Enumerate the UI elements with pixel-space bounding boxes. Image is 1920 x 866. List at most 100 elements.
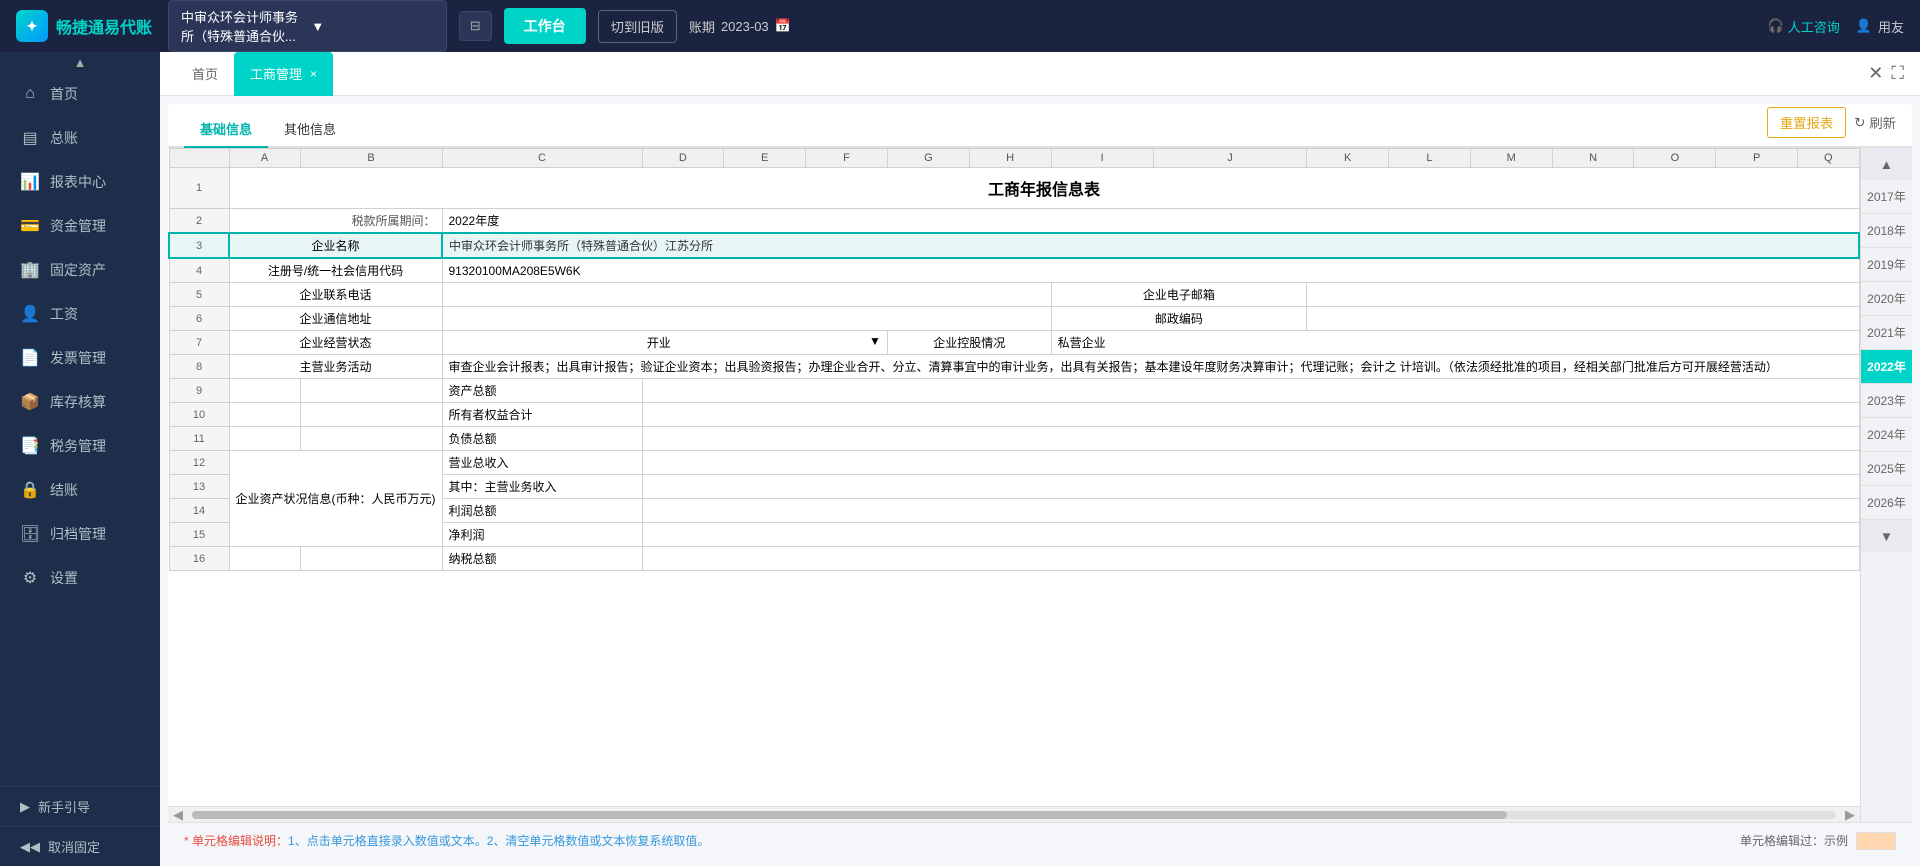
tab-gongshang[interactable]: 工商管理 × bbox=[234, 52, 333, 96]
sidebar-item-label: 固定资产 bbox=[50, 260, 106, 280]
user-info[interactable]: 👤 用友 bbox=[1856, 17, 1904, 36]
profit-value[interactable] bbox=[642, 499, 1859, 523]
hscroll-left-btn[interactable]: ◀ bbox=[168, 807, 188, 823]
year-item-2023[interactable]: 2023年 bbox=[1861, 384, 1912, 418]
sidebar-item-invoice[interactable]: 📄 发票管理 bbox=[0, 336, 160, 380]
cancel-fixed-button[interactable]: ◀◀ 取消固定 bbox=[0, 826, 160, 866]
sidebar-item-finance[interactable]: 💳 资金管理 bbox=[0, 204, 160, 248]
year-item-2025[interactable]: 2025年 bbox=[1861, 452, 1912, 486]
workbench-button[interactable]: 工作台 bbox=[504, 8, 586, 44]
year-item-2019[interactable]: 2019年 bbox=[1861, 248, 1912, 282]
status-value-cell[interactable]: 开业 ▼ bbox=[442, 331, 887, 355]
hscroll-right-btn[interactable]: ▶ bbox=[1840, 807, 1860, 823]
tax-icon: 📑 bbox=[20, 436, 40, 456]
refresh-icon: ↻ bbox=[1854, 115, 1865, 131]
year-item-2022[interactable]: 2022年 bbox=[1861, 350, 1912, 384]
revenue-value[interactable] bbox=[642, 451, 1859, 475]
consultant-label: 人工咨询 bbox=[1788, 17, 1840, 36]
equity-value[interactable] bbox=[642, 403, 1859, 427]
consultant-button[interactable]: 🎧 人工咨询 bbox=[1768, 17, 1840, 36]
tab-other-info[interactable]: 其他信息 bbox=[268, 111, 352, 148]
tax-value[interactable] bbox=[642, 547, 1859, 571]
hscroll-thumb[interactable] bbox=[192, 811, 1507, 819]
empty-a10 bbox=[229, 403, 300, 427]
bottom-right: 单元格编辑过：示例 bbox=[1740, 832, 1896, 850]
sidebar-item-assets[interactable]: 🏢 固定资产 bbox=[0, 248, 160, 292]
year-nav-up[interactable]: ▲ bbox=[1861, 148, 1912, 180]
new-user-button[interactable]: ▶ 新手引导 bbox=[0, 787, 160, 826]
table-row: 7 企业经营状态 开业 ▼ 企业控股情况 私营企业 bbox=[169, 331, 1859, 355]
gear-icon: ⚙ bbox=[20, 568, 40, 588]
postal-value-cell[interactable] bbox=[1307, 307, 1859, 331]
sidebar-item-label: 库存核算 bbox=[50, 392, 106, 412]
reset-report-button[interactable]: 重置报表 bbox=[1767, 107, 1846, 138]
year-item-2026[interactable]: 2026年 bbox=[1861, 486, 1912, 520]
row-number: 11 bbox=[169, 427, 229, 451]
refresh-button[interactable]: ↻ 刷新 bbox=[1854, 113, 1896, 132]
company-value-cell[interactable]: 中审众环会计师事务所（特殊普通合伙）江苏分所 bbox=[442, 233, 1859, 258]
sidebar-item-archive[interactable]: 🗄 归档管理 bbox=[0, 512, 160, 556]
reg-value-cell[interactable]: 91320100MA208E5W6K bbox=[442, 258, 1859, 283]
horizontal-scrollbar[interactable]: ◀ ▶ bbox=[168, 806, 1860, 822]
table-row: 5 企业联系电话 企业电子邮箱 bbox=[169, 283, 1859, 307]
sidebar-item-ledger[interactable]: ▤ 总账 bbox=[0, 116, 160, 160]
table-row: 4 注册号/统一社会信用代码 91320100MA208E5W6K bbox=[169, 258, 1859, 283]
tab-basic-info[interactable]: 基础信息 bbox=[184, 111, 268, 148]
tab-home[interactable]: 首页 bbox=[176, 52, 234, 96]
row-number: 8 bbox=[169, 355, 229, 379]
sidebar-item-report[interactable]: 📊 报表中心 bbox=[0, 160, 160, 204]
year-item-2021[interactable]: 2021年 bbox=[1861, 316, 1912, 350]
calendar-icon[interactable]: 📅 bbox=[775, 18, 791, 34]
main-revenue-value[interactable] bbox=[642, 475, 1859, 499]
year-item-2018[interactable]: 2018年 bbox=[1861, 214, 1912, 248]
basic-info-label: 基础信息 bbox=[200, 122, 252, 137]
liabilities-value[interactable] bbox=[642, 427, 1859, 451]
sidebar-scroll-up[interactable]: ▲ bbox=[0, 52, 160, 72]
sidebar-item-home[interactable]: ⌂ 首页 bbox=[0, 72, 160, 116]
year-sidebar: ▲ 2017年 2018年 2019年 2020年 2021年 2022年 20… bbox=[1860, 148, 1912, 822]
refresh-label: 刷新 bbox=[1869, 113, 1896, 132]
email-value-cell[interactable] bbox=[1307, 283, 1859, 307]
new-user-label: 新手引导 bbox=[38, 797, 90, 816]
sidebar-item-inventory[interactable]: 📦 库存核算 bbox=[0, 380, 160, 424]
col-header-a: A bbox=[229, 149, 300, 168]
switch-version-button[interactable]: 切到旧版 bbox=[598, 10, 677, 43]
maximize-tab-button[interactable]: ⛶ bbox=[1891, 63, 1904, 84]
tab-close-icon[interactable]: × bbox=[310, 67, 317, 81]
empty-a11 bbox=[229, 427, 300, 451]
ledger-icon: ▤ bbox=[20, 128, 40, 148]
sidebar-item-tax[interactable]: 📑 税务管理 bbox=[0, 424, 160, 468]
year-nav-down[interactable]: ▼ bbox=[1861, 520, 1912, 552]
asset-value-9[interactable] bbox=[642, 379, 1859, 403]
year-item-2024[interactable]: 2024年 bbox=[1861, 418, 1912, 452]
sidebar-item-close[interactable]: 🔒 结账 bbox=[0, 468, 160, 512]
tab-active-label: 工商管理 bbox=[250, 64, 302, 83]
topbar-right: 🎧 人工咨询 👤 用友 bbox=[1768, 17, 1904, 36]
sidebar-item-salary[interactable]: 👤 工资 bbox=[0, 292, 160, 336]
net-profit-value[interactable] bbox=[642, 523, 1859, 547]
status-label-cell: 企业经营状态 bbox=[229, 331, 442, 355]
close-tab-button[interactable]: ✕ bbox=[1868, 63, 1883, 84]
table-scroll[interactable]: A B C D E F G H I J bbox=[168, 148, 1860, 806]
year-item-2020[interactable]: 2020年 bbox=[1861, 282, 1912, 316]
row-number: 14 bbox=[169, 499, 229, 523]
invoice-icon: 📄 bbox=[20, 348, 40, 368]
hscroll-track[interactable] bbox=[192, 811, 1836, 819]
phone-value-cell[interactable] bbox=[442, 283, 1051, 307]
sheet-title-cell[interactable]: 工商年报信息表 bbox=[229, 168, 1859, 209]
col-header-h: H bbox=[969, 149, 1051, 168]
row-number: 15 bbox=[169, 523, 229, 547]
period-value-cell[interactable]: 2022年度 bbox=[442, 209, 1859, 234]
asset-label-9: 资产总额 bbox=[442, 379, 642, 403]
col-header-g: G bbox=[887, 149, 969, 168]
business-value-cell[interactable]: 审查企业会计报表；出具审计报告；验证企业资本；出具验资报告；办理企业合开、分立、… bbox=[442, 355, 1859, 379]
address-value-cell[interactable] bbox=[442, 307, 1051, 331]
new-user-icon: ▶ bbox=[20, 799, 30, 815]
control-value-cell[interactable]: 私营企业 bbox=[1051, 331, 1859, 355]
company-selector[interactable]: 中审众环会计师事务所（特殊普通合伙... ▼ bbox=[168, 0, 447, 52]
tabs-right: ✕ ⛶ bbox=[1868, 63, 1904, 84]
empty-b10 bbox=[300, 403, 442, 427]
year-item-2017[interactable]: 2017年 bbox=[1861, 180, 1912, 214]
sidebar-item-settings[interactable]: ⚙ 设置 bbox=[0, 556, 160, 600]
copy-button[interactable]: ⊟ bbox=[459, 11, 492, 41]
